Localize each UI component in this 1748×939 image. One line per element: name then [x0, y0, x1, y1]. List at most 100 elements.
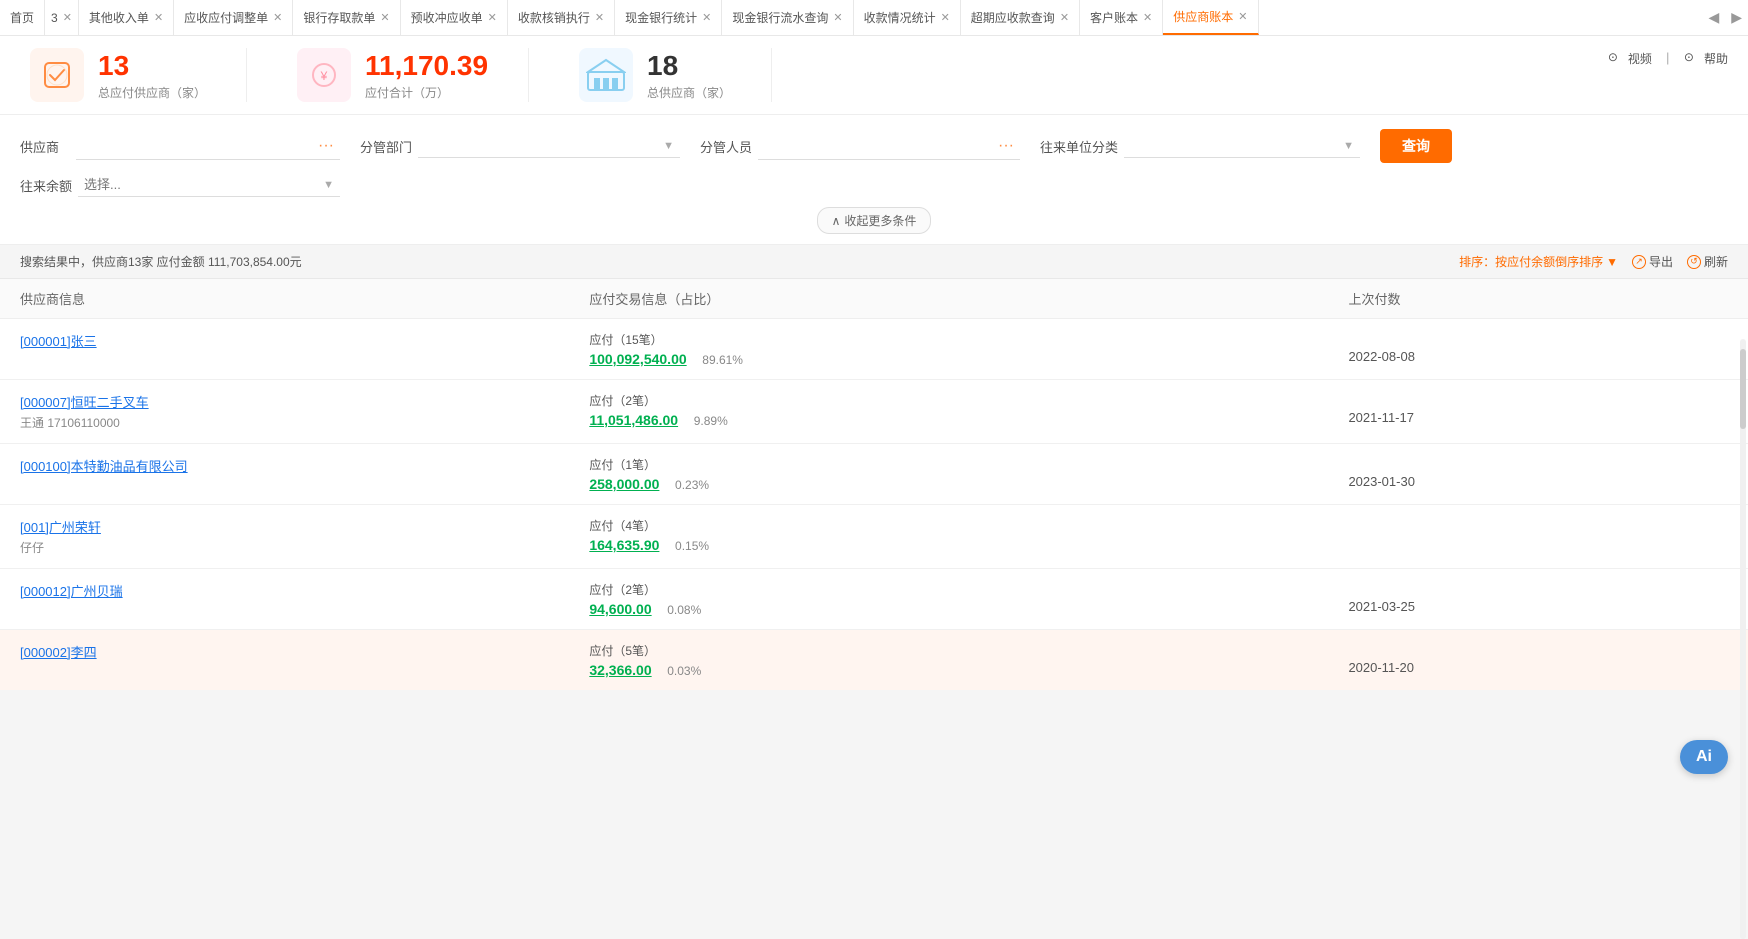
unit-type-label: 往来单位分类 [1040, 137, 1118, 156]
balance-dropdown-icon[interactable]: ▼ [323, 179, 334, 191]
supplier-input[interactable] [82, 138, 318, 153]
export-icon: ↗ [1632, 255, 1646, 269]
close-tab-other-income[interactable]: ✕ [154, 11, 163, 24]
close-tab-overdue-ar[interactable]: ✕ [1060, 11, 1069, 24]
trans-amount-3[interactable]: 164,635.90 [589, 537, 659, 553]
nav-tab-other-income[interactable]: 其他收入单 ✕ [79, 0, 174, 35]
supplier-input-wrapper[interactable]: ··· [76, 133, 340, 160]
trans-amount-0[interactable]: 100,092,540.00 [589, 351, 686, 367]
nav-arrow-left[interactable]: ◀ [1702, 9, 1725, 26]
transaction-cell-4: 应付（2笔） 94,600.00 0.08% [589, 581, 1348, 617]
scrollbar-thumb[interactable] [1740, 349, 1746, 429]
filter-row-2: 往来余额 ▼ [20, 173, 1728, 197]
last-pay-cell-0: 2022-08-08 [1348, 331, 1728, 364]
filter-area: 供应商 ··· 分管部门 ▼ 分管人员 ··· 往来单位分类 ▼ [0, 115, 1748, 245]
dept-input[interactable] [424, 138, 663, 153]
table-row: [001]广州荣轩 仔仔 应付（4笔） 164,635.90 0.15% [0, 505, 1748, 569]
trans-amount-2[interactable]: 258,000.00 [589, 476, 659, 492]
video-link[interactable]: 视频 [1628, 50, 1652, 67]
unit-type-dropdown-icon[interactable]: ▼ [1343, 140, 1354, 152]
nav-tab-home[interactable]: 首页 [0, 0, 45, 35]
person-dots-btn[interactable]: ··· [998, 137, 1014, 155]
filter-unit-type: 往来单位分类 ▼ [1040, 134, 1360, 158]
trans-label-5: 应付（5笔） [589, 642, 1348, 659]
close-tab-cash-bank-stat[interactable]: ✕ [702, 11, 711, 24]
ap-total-icon: ¥ [297, 48, 351, 102]
last-pay-cell-2: 2023-01-30 [1348, 456, 1728, 489]
trans-amount-1[interactable]: 11,051,486.00 [589, 412, 678, 428]
trans-amount-5[interactable]: 32,366.00 [589, 662, 651, 678]
data-table: 供应商信息 应付交易信息（占比） 上次付数 [000001]张三 应付（15笔）… [0, 279, 1748, 690]
nav-tab-3[interactable]: 3 ✕ [45, 0, 79, 35]
close-tab-customer-ledger[interactable]: ✕ [1143, 11, 1152, 24]
balance-input-wrapper[interactable]: ▼ [78, 173, 340, 197]
supplier-dots-btn[interactable]: ··· [318, 137, 334, 155]
supplier-link-1[interactable]: [000007]恒旺二手叉车 [20, 392, 589, 411]
close-tab-ar-ap-adjust[interactable]: ✕ [273, 11, 282, 24]
help-link[interactable]: 帮助 [1704, 50, 1728, 67]
nav-tab-receipt-verify[interactable]: 收款核销执行 ✕ [508, 0, 615, 35]
collapse-label: 收起更多条件 [844, 212, 916, 229]
last-pay-cell-1: 2021-11-17 [1348, 392, 1728, 425]
close-tab-advance-receive[interactable]: ✕ [488, 11, 497, 24]
close-tab-3[interactable]: ✕ [63, 11, 72, 24]
supplier-link-5[interactable]: [000002]李四 [20, 642, 589, 661]
nav-tab-advance-receive[interactable]: 预收冲应收单 ✕ [401, 0, 508, 35]
filter-balance: 往来余额 ▼ [20, 173, 340, 197]
balance-input[interactable] [84, 177, 323, 192]
last-pay-cell-4: 2021-03-25 [1348, 581, 1728, 614]
close-tab-receipt-stat[interactable]: ✕ [941, 11, 950, 24]
dept-label: 分管部门 [360, 137, 412, 156]
trans-pct-2: 0.23% [675, 478, 709, 492]
export-button[interactable]: ↗ 导出 [1632, 253, 1673, 270]
nav-tab-cash-bank-stat[interactable]: 现金银行统计 ✕ [615, 0, 722, 35]
trans-amount-4[interactable]: 94,600.00 [589, 601, 651, 617]
dept-dropdown-icon[interactable]: ▼ [663, 140, 674, 152]
close-tab-receipt-verify[interactable]: ✕ [595, 11, 604, 24]
trans-pct-0: 89.61% [702, 353, 743, 367]
unit-type-input-wrapper[interactable]: ▼ [1124, 134, 1360, 158]
supplier-link-0[interactable]: [000001]张三 [20, 331, 589, 350]
trans-label-4: 应付（2笔） [589, 581, 1348, 598]
close-tab-supplier-ledger[interactable]: ✕ [1238, 10, 1247, 23]
dept-input-wrapper[interactable]: ▼ [418, 134, 680, 158]
ap-total-info: 11,170.39 应付合计（万） [365, 49, 488, 102]
nav-arrow-right[interactable]: ▶ [1725, 9, 1748, 26]
results-bar: 搜索结果中，供应商13家 应付金额 111,703,854.00元 排序：按应付… [0, 245, 1748, 279]
sort-label: 排序：按应付余额倒序排序 [1459, 253, 1603, 270]
ap-suppliers-num: 13 [98, 49, 206, 83]
refresh-button[interactable]: ↺ 刷新 [1687, 253, 1728, 270]
supplier-link-4[interactable]: [000012]广州贝瑞 [20, 581, 589, 600]
search-button[interactable]: 查询 [1380, 129, 1452, 163]
supplier-link-2[interactable]: [000100]本特勤油品有限公司 [20, 456, 589, 475]
unit-type-input[interactable] [1130, 138, 1343, 153]
supplier-link-3[interactable]: [001]广州荣轩 [20, 517, 589, 536]
ap-suppliers-label: 总应付供应商（家） [98, 84, 206, 101]
nav-tab-supplier-ledger[interactable]: 供应商账本 ✕ [1163, 0, 1258, 35]
collapse-button[interactable]: ∧ 收起更多条件 [817, 207, 932, 234]
trans-pct-4: 0.08% [667, 603, 701, 617]
nav-tab-ar-ap-adjust[interactable]: 应收应付调整单 ✕ [174, 0, 293, 35]
nav-tab-bank-deposit[interactable]: 银行存取款单 ✕ [293, 0, 400, 35]
nav-tab-cash-bank-flow[interactable]: 现金银行流水查询 ✕ [722, 0, 853, 35]
ai-badge[interactable]: Ai [1680, 740, 1728, 774]
trans-pct-3: 0.15% [675, 539, 709, 553]
supplier-sub-3: 仔仔 [20, 539, 589, 556]
total-suppliers-icon [579, 48, 633, 102]
sort-button[interactable]: 排序：按应付余额倒序排序 ▼ [1459, 253, 1618, 270]
ap-total-num: 11,170.39 [365, 49, 488, 83]
nav-tab-customer-ledger[interactable]: 客户账本 ✕ [1080, 0, 1163, 35]
person-label: 分管人员 [700, 137, 752, 156]
total-suppliers-info: 18 总供应商（家） [647, 49, 731, 102]
nav-tab-overdue-ar[interactable]: 超期应收款查询 ✕ [961, 0, 1080, 35]
svg-text:¥: ¥ [320, 69, 328, 83]
close-tab-cash-bank-flow[interactable]: ✕ [833, 11, 842, 24]
person-input-wrapper[interactable]: ··· [758, 133, 1020, 160]
close-tab-bank-deposit[interactable]: ✕ [380, 11, 389, 24]
table-header: 供应商信息 应付交易信息（占比） 上次付数 [0, 279, 1748, 319]
trans-pct-1: 9.89% [694, 414, 728, 428]
person-input[interactable] [764, 138, 998, 153]
nav-tab-receipt-stat[interactable]: 收款情况统计 ✕ [854, 0, 961, 35]
supplier-sub-1: 王通 17106110000 [20, 414, 589, 431]
refresh-icon: ↺ [1687, 255, 1701, 269]
